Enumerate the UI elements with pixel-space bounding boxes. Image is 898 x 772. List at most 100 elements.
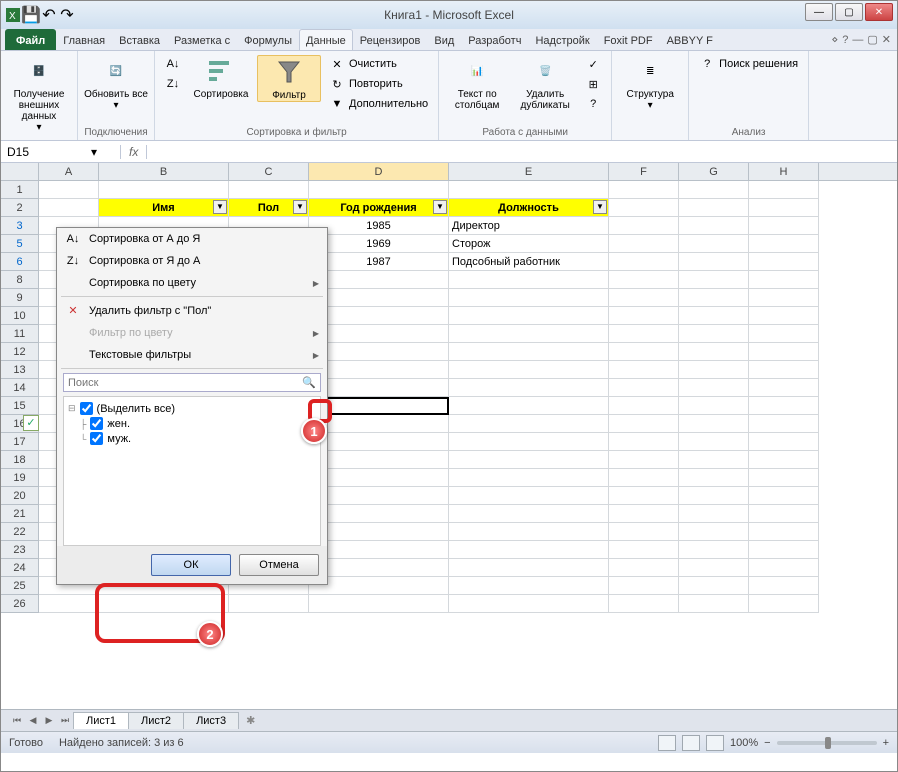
cell-G25[interactable] bbox=[679, 577, 749, 595]
cell-H26[interactable] bbox=[749, 595, 819, 613]
cell-H13[interactable] bbox=[749, 361, 819, 379]
cell-D10[interactable] bbox=[309, 307, 449, 325]
cell-H12[interactable] bbox=[749, 343, 819, 361]
zoom-out-button[interactable]: − bbox=[764, 737, 770, 749]
col-D[interactable]: D bbox=[309, 163, 449, 180]
cell-D19[interactable] bbox=[309, 469, 449, 487]
cell-D11[interactable] bbox=[309, 325, 449, 343]
filter-value-2[interactable]: └муж. bbox=[68, 431, 316, 446]
solver-button[interactable]: ?Поиск решения bbox=[695, 55, 802, 73]
cell-E5[interactable]: Сторож bbox=[449, 235, 609, 253]
sort-button[interactable]: Сортировка bbox=[189, 55, 253, 100]
cell-H3[interactable] bbox=[749, 217, 819, 235]
outline-button[interactable]: ≣Структура ▾ bbox=[618, 55, 682, 111]
col-B[interactable]: B bbox=[99, 163, 229, 180]
remove-duplicates-button[interactable]: 🗑️Удалить дубликаты bbox=[513, 55, 577, 111]
cell-E25[interactable] bbox=[449, 577, 609, 595]
cell-F9[interactable] bbox=[609, 289, 679, 307]
cell-E13[interactable] bbox=[449, 361, 609, 379]
cell-G22[interactable] bbox=[679, 523, 749, 541]
cell-E2[interactable]: Должность▼ bbox=[449, 199, 609, 217]
zoom-slider[interactable] bbox=[777, 741, 877, 745]
cell-F1[interactable] bbox=[609, 181, 679, 199]
select-all-corner[interactable] bbox=[1, 163, 39, 180]
win-close-icon[interactable]: ✕ bbox=[882, 33, 891, 46]
cell-B1[interactable] bbox=[99, 181, 229, 199]
cell-H21[interactable] bbox=[749, 505, 819, 523]
cell-G17[interactable] bbox=[679, 433, 749, 451]
tab-nav-next[interactable]: ▶ bbox=[41, 715, 57, 726]
whatif-button[interactable]: ? bbox=[581, 95, 605, 113]
cell-C26[interactable] bbox=[229, 595, 309, 613]
cell-G26[interactable] bbox=[679, 595, 749, 613]
row-head-5[interactable]: 5 bbox=[1, 235, 39, 253]
sort-za-item[interactable]: Z↓Сортировка от Я до А bbox=[57, 250, 327, 272]
cell-G6[interactable] bbox=[679, 253, 749, 271]
cell-G2[interactable] bbox=[679, 199, 749, 217]
cell-H5[interactable] bbox=[749, 235, 819, 253]
cell-E23[interactable] bbox=[449, 541, 609, 559]
cell-A1[interactable] bbox=[39, 181, 99, 199]
cell-D22[interactable] bbox=[309, 523, 449, 541]
cell-F22[interactable] bbox=[609, 523, 679, 541]
cell-H20[interactable] bbox=[749, 487, 819, 505]
row-head-3[interactable]: 3 bbox=[1, 217, 39, 235]
cell-F3[interactable] bbox=[609, 217, 679, 235]
sort-az-button[interactable]: A↓ bbox=[161, 55, 185, 73]
cell-G23[interactable] bbox=[679, 541, 749, 559]
cell-D20[interactable] bbox=[309, 487, 449, 505]
cell-H25[interactable] bbox=[749, 577, 819, 595]
cell-E11[interactable] bbox=[449, 325, 609, 343]
tab-view[interactable]: Вид bbox=[427, 29, 461, 50]
win-restore-icon[interactable]: ▢ bbox=[867, 33, 877, 46]
cell-H8[interactable] bbox=[749, 271, 819, 289]
tab-abbyy[interactable]: ABBYY F bbox=[660, 29, 720, 50]
col-F[interactable]: F bbox=[609, 163, 679, 180]
row-head-26[interactable]: 26 bbox=[1, 595, 39, 613]
cell-D17[interactable] bbox=[309, 433, 449, 451]
sheet-tab-1[interactable]: Лист1 bbox=[73, 712, 129, 729]
cell-E8[interactable] bbox=[449, 271, 609, 289]
cell-F23[interactable] bbox=[609, 541, 679, 559]
row-head-18[interactable]: 18 bbox=[1, 451, 39, 469]
name-box[interactable]: ▾ bbox=[1, 145, 121, 159]
cell-E21[interactable] bbox=[449, 505, 609, 523]
sort-by-color-item[interactable]: Сортировка по цвету▶ bbox=[57, 272, 327, 294]
tab-insert[interactable]: Вставка bbox=[112, 29, 167, 50]
cell-E10[interactable] bbox=[449, 307, 609, 325]
view-normal-button[interactable] bbox=[658, 735, 676, 751]
col-E[interactable]: E bbox=[449, 163, 609, 180]
name-box-input[interactable] bbox=[7, 145, 87, 159]
cell-F10[interactable] bbox=[609, 307, 679, 325]
filter-dropdown-E[interactable]: ▼ bbox=[593, 200, 607, 214]
row-head-21[interactable]: 21 bbox=[1, 505, 39, 523]
cell-B2[interactable]: Имя▼ bbox=[99, 199, 229, 217]
cell-D23[interactable] bbox=[309, 541, 449, 559]
col-G[interactable]: G bbox=[679, 163, 749, 180]
cell-E22[interactable] bbox=[449, 523, 609, 541]
cancel-button[interactable]: Отмена bbox=[239, 554, 319, 576]
tab-addins[interactable]: Надстройк bbox=[528, 29, 596, 50]
cell-D14[interactable] bbox=[309, 379, 449, 397]
tab-nav-last[interactable]: ⏭ bbox=[57, 715, 73, 726]
row-head-22[interactable]: 22 bbox=[1, 523, 39, 541]
cell-F19[interactable] bbox=[609, 469, 679, 487]
cell-G24[interactable] bbox=[679, 559, 749, 577]
fx-icon[interactable]: fx bbox=[121, 145, 147, 159]
text-to-columns-button[interactable]: 📊Текст по столбцам bbox=[445, 55, 509, 111]
view-layout-button[interactable] bbox=[682, 735, 700, 751]
clear-filter-item[interactable]: ✕Удалить фильтр с "Пол" bbox=[57, 299, 327, 322]
cell-E15[interactable] bbox=[449, 397, 609, 415]
data-validation-button[interactable]: ✓ bbox=[581, 55, 605, 73]
cell-H15[interactable] bbox=[749, 397, 819, 415]
cell-F12[interactable] bbox=[609, 343, 679, 361]
get-external-data-button[interactable]: 🗄️Получение внешних данных ▾ bbox=[7, 55, 71, 133]
tab-nav-prev[interactable]: ◀ bbox=[25, 715, 41, 726]
cell-E24[interactable] bbox=[449, 559, 609, 577]
tab-formulas[interactable]: Формулы bbox=[237, 29, 299, 50]
cell-E12[interactable] bbox=[449, 343, 609, 361]
cell-D24[interactable] bbox=[309, 559, 449, 577]
undo-icon[interactable]: ↶ bbox=[41, 7, 57, 23]
cell-E3[interactable]: Директор bbox=[449, 217, 609, 235]
cell-G12[interactable] bbox=[679, 343, 749, 361]
